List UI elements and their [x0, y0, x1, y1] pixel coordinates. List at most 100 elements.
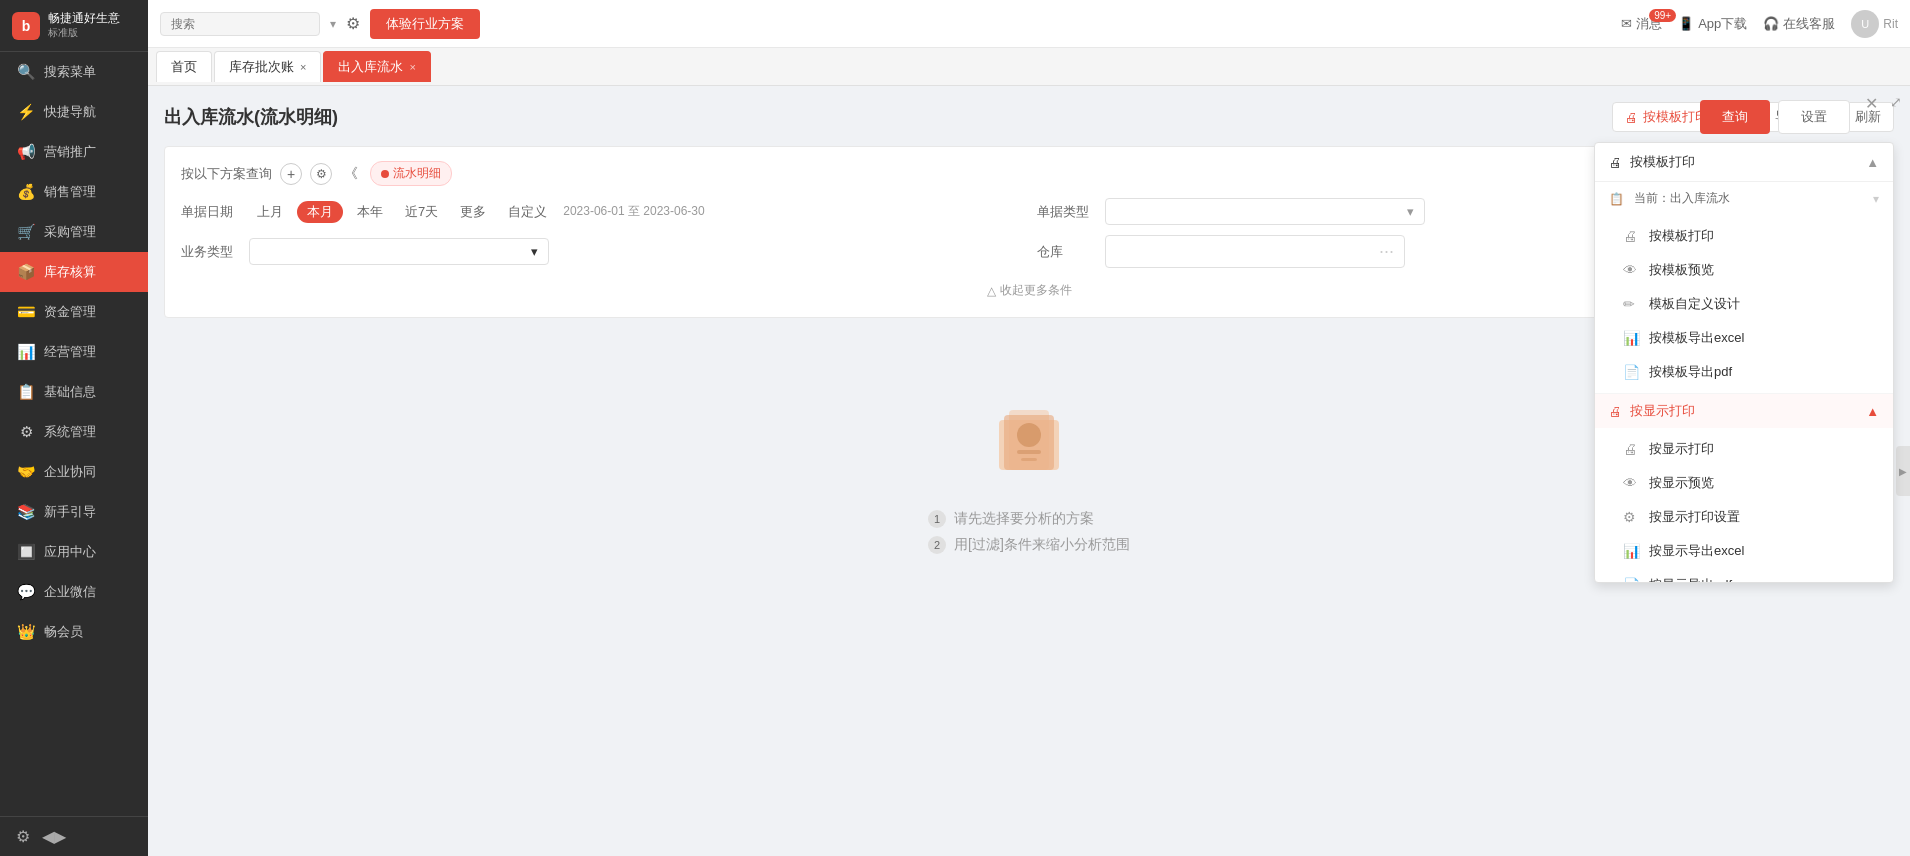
- online-service-label: 在线客服: [1783, 15, 1835, 33]
- dropdown-display-print[interactable]: 🖨 按显示打印: [1595, 432, 1893, 466]
- dropdown-display-preview[interactable]: 👁 按显示预览: [1595, 466, 1893, 500]
- sidebar-item-operations[interactable]: 📊 经营管理: [0, 332, 148, 372]
- filter-date-more[interactable]: 更多: [452, 201, 494, 223]
- template-section: 🖨 按模板打印 👁 按模板预览 ✏ 模板自定义设计 📊 按模板导出excel: [1595, 215, 1893, 394]
- industry-btn[interactable]: 体验行业方案: [370, 9, 480, 39]
- search-input[interactable]: [160, 12, 320, 36]
- filter-tag-dot: [381, 170, 389, 178]
- sidebar-item-inventory[interactable]: 📦 库存核算: [0, 252, 148, 292]
- dropdown-display-pdf[interactable]: 📄 按显示导出pdf: [1595, 568, 1893, 582]
- template-icon: 📋: [1609, 192, 1624, 206]
- print-header-icon: 🖨: [1609, 155, 1622, 170]
- dropdown-current-template[interactable]: 📋 当前：出入库流水 ▾: [1595, 182, 1893, 215]
- sidebar-bottom: ⚙ ◀▶: [0, 816, 148, 856]
- dropdown-template-preview[interactable]: 👁 按模板预览: [1595, 253, 1893, 287]
- page-close-btn[interactable]: ✕: [1865, 94, 1878, 113]
- query-btn[interactable]: 查询: [1700, 100, 1770, 134]
- empty-steps: 1 请先选择要分析的方案 2 用[过滤]条件来缩小分析范围: [928, 510, 1130, 562]
- step2-text: 用[过滤]条件来缩小分析范围: [954, 536, 1130, 554]
- display-section-header[interactable]: 🖨 按显示打印 ▲: [1595, 394, 1893, 428]
- display-print-icon: 🖨: [1623, 441, 1639, 457]
- sidebar-item-purchase[interactable]: 🛒 采购管理: [0, 212, 148, 252]
- filter-top-bar-label: 按以下方案查询: [181, 165, 272, 183]
- collapse-icon: △: [987, 284, 996, 298]
- page-expand-btn[interactable]: ⤢: [1890, 94, 1902, 110]
- filter-add-btn[interactable]: +: [280, 163, 302, 185]
- app-logo-icon: b: [12, 12, 40, 40]
- dropdown-template-pdf[interactable]: 📄 按模板导出pdf: [1595, 355, 1893, 389]
- tab-inventory-flow[interactable]: 出入库流水 ×: [323, 51, 430, 82]
- tab-inventory-flow-close[interactable]: ×: [409, 61, 415, 73]
- sidebar-label-guide: 新手引导: [44, 503, 96, 521]
- app-download-icon: 📱: [1678, 16, 1694, 31]
- display-pdf-label: 按显示导出pdf: [1649, 576, 1732, 582]
- page-title: 出入库流水(流水明细): [164, 105, 338, 129]
- filter-doctype-label: 单据类型: [1037, 203, 1097, 221]
- sidebar-icon-app-center: 🔲: [16, 543, 36, 561]
- user-area[interactable]: U Rit: [1851, 10, 1898, 38]
- filter-warehouse-select[interactable]: ···: [1105, 235, 1405, 268]
- sidebar-item-quick-nav[interactable]: ⚡ 快捷导航: [0, 92, 148, 132]
- filter-tag-flow[interactable]: 流水明细: [370, 161, 452, 186]
- sidebar-item-system[interactable]: ⚙ 系统管理: [0, 412, 148, 452]
- filter-settings-action-btn[interactable]: 设置: [1778, 100, 1850, 134]
- dropdown-template-excel[interactable]: 📊 按模板导出excel: [1595, 321, 1893, 355]
- filter-doctype-select[interactable]: ▾: [1105, 198, 1425, 225]
- settings-icon[interactable]: ⚙: [16, 827, 30, 846]
- sidebar-label-marketing: 营销推广: [44, 143, 96, 161]
- dropdown-template-design[interactable]: ✏ 模板自定义设计: [1595, 287, 1893, 321]
- tabbar: 首页 库存批次账 × 出入库流水 ×: [148, 48, 1910, 86]
- online-service-btn[interactable]: 🎧 在线客服: [1763, 15, 1835, 33]
- topbar-gear-icon[interactable]: ⚙: [346, 14, 360, 33]
- sidebar-label-operations: 经营管理: [44, 343, 96, 361]
- filter-date-custom[interactable]: 自定义: [500, 201, 555, 223]
- filter-date-this-year[interactable]: 本年: [349, 201, 391, 223]
- dropdown-display-print-settings[interactable]: ⚙ 按显示打印设置: [1595, 500, 1893, 534]
- sidebar-item-finance[interactable]: 💳 资金管理: [0, 292, 148, 332]
- search-chevron-icon[interactable]: ▾: [330, 17, 336, 31]
- sidebar-item-sales[interactable]: 💰 销售管理: [0, 172, 148, 212]
- sidebar-item-wechat[interactable]: 💬 企业微信: [0, 572, 148, 612]
- step2-num: 2: [928, 536, 946, 554]
- sidebar-item-search[interactable]: 🔍 搜索菜单: [0, 52, 148, 92]
- main-area: ▾ ⚙ 体验行业方案 ✉ 消息 99+ 📱 App下载 🎧 在线客服 U Rit: [148, 0, 1910, 856]
- sidebar-item-marketing[interactable]: 📢 营销推广: [0, 132, 148, 172]
- sidebar-icon-guide: 📚: [16, 503, 36, 521]
- filter-date-this-month[interactable]: 本月: [297, 201, 343, 223]
- filter-collapse-btn[interactable]: 《: [340, 163, 362, 185]
- app-download-btn[interactable]: 📱 App下载: [1678, 15, 1747, 33]
- sidebar-item-base-info[interactable]: 📋 基础信息: [0, 372, 148, 412]
- filter-biztype-select[interactable]: ▾: [249, 238, 549, 265]
- template-print-label: 按模板打印: [1643, 108, 1708, 126]
- message-btn[interactable]: ✉ 消息 99+: [1621, 15, 1662, 33]
- right-panel-toggle[interactable]: ▶: [1896, 446, 1910, 496]
- display-section-icon: 🖨: [1609, 404, 1622, 419]
- dropdown-template-print[interactable]: 🖨 按模板打印: [1595, 219, 1893, 253]
- template-design-icon: ✏: [1623, 296, 1639, 312]
- filter-date-7days[interactable]: 近7天: [397, 201, 446, 223]
- page-content: 出入库流水(流水明细) 🖨 按模板打印 ▲ ↑ 导出 ↻ 刷新: [148, 86, 1910, 856]
- display-excel-icon: 📊: [1623, 543, 1639, 559]
- sidebar-logo: b 畅捷通好生意 标准版: [0, 0, 148, 52]
- app-version: 标准版: [48, 26, 120, 40]
- sidebar-label-cooperation: 企业协同: [44, 463, 96, 481]
- sidebar-item-cooperation[interactable]: 🤝 企业协同: [0, 452, 148, 492]
- sidebar-icon-purchase: 🛒: [16, 223, 36, 241]
- sidebar-label-inventory: 库存核算: [44, 263, 96, 281]
- filter-action-buttons: 查询 设置: [1700, 100, 1850, 134]
- filter-date-last-month[interactable]: 上月: [249, 201, 291, 223]
- collapse-sidebar-icon[interactable]: ◀▶: [42, 827, 66, 846]
- sidebar-item-guide[interactable]: 📚 新手引导: [0, 492, 148, 532]
- template-pdf-icon: 📄: [1623, 364, 1639, 380]
- sidebar-item-members[interactable]: 👑 畅会员: [0, 612, 148, 652]
- filter-date-label: 单据日期: [181, 203, 241, 221]
- tab-home[interactable]: 首页: [156, 51, 212, 82]
- dropdown-display-excel[interactable]: 📊 按显示导出excel: [1595, 534, 1893, 568]
- dropdown-chevron-up[interactable]: ▲: [1866, 155, 1879, 170]
- tab-inventory-batch-label: 库存批次账: [229, 58, 294, 76]
- biztype-chevron-icon: ▾: [531, 244, 538, 259]
- sidebar-item-app-center[interactable]: 🔲 应用中心: [0, 532, 148, 572]
- tab-inventory-batch-close[interactable]: ×: [300, 61, 306, 73]
- filter-settings-btn[interactable]: ⚙: [310, 163, 332, 185]
- tab-inventory-batch[interactable]: 库存批次账 ×: [214, 51, 321, 82]
